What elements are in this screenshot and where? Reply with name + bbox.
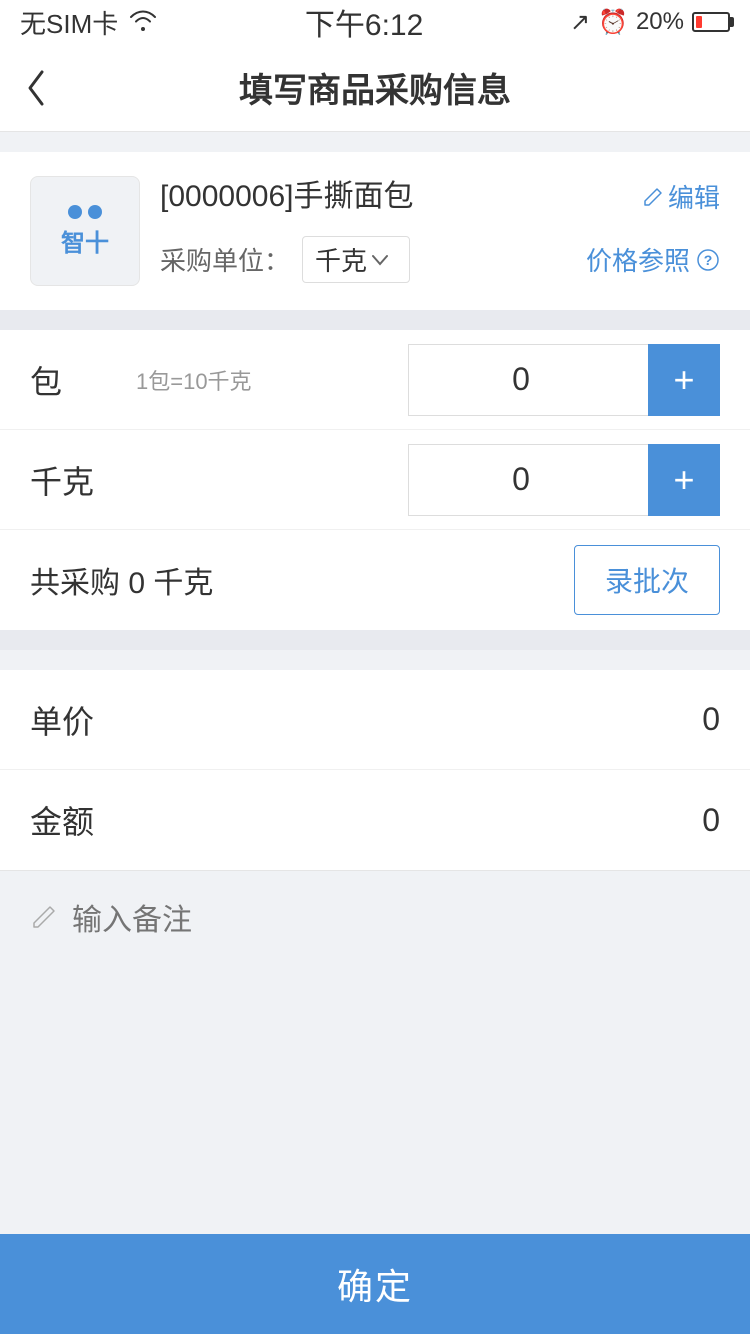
unit-price-label: 单价 <box>30 697 702 743</box>
status-left: 无SIM卡 <box>20 4 158 41</box>
logo-text: 智十 <box>61 223 109 258</box>
unit-select[interactable]: 千克 <box>302 236 410 283</box>
product-unit-row: 采购单位： 千克 价格参照 ? <box>160 236 720 283</box>
kg-plus-button[interactable]: + <box>648 444 720 516</box>
carrier-text: 无SIM卡 <box>20 4 118 41</box>
price-section: 单价 0 金额 0 <box>0 670 750 870</box>
battery-icon <box>692 12 730 32</box>
bag-label: 包 <box>30 357 130 403</box>
nav-bar: 填写商品采购信息 <box>0 44 750 132</box>
unit-price-value: 0 <box>702 701 720 738</box>
bottom-space <box>0 970 750 1270</box>
product-card: 智十 [0000006]手撕面包 编辑 采购单位： 千克 价格参照 <box>0 152 750 310</box>
kg-input[interactable] <box>408 444 648 516</box>
bag-plus-button[interactable]: + <box>648 344 720 416</box>
status-time: 下午6:12 <box>305 0 423 44</box>
remark-input[interactable] <box>72 904 720 938</box>
pencil-icon <box>30 903 58 938</box>
product-name: [0000006]手撕面包 <box>160 176 413 218</box>
remark-section <box>0 870 750 970</box>
product-image: 智十 <box>30 176 140 286</box>
price-ref-button[interactable]: 价格参照 ? <box>586 241 720 278</box>
edit-button[interactable]: 编辑 <box>642 178 720 215</box>
alarm-icon: ⏰ <box>598 8 628 37</box>
divider-1 <box>0 310 750 330</box>
summary-row: 共采购 0 千克 录批次 <box>0 530 750 630</box>
amount-value: 0 <box>702 802 720 839</box>
input-section: 包 1包=10千克 + 千克 + <box>0 330 750 530</box>
svg-text:?: ? <box>704 252 713 268</box>
owl-logo: 智十 <box>61 205 109 258</box>
bag-input-row: 包 1包=10千克 + <box>0 330 750 430</box>
confirm-button[interactable]: 确定 <box>0 1234 750 1334</box>
unit-label: 采购单位： <box>160 241 290 278</box>
location-icon: ↗ <box>570 8 590 37</box>
bag-input[interactable] <box>408 344 648 416</box>
unit-value: 千克 <box>315 241 367 278</box>
amount-row: 金额 0 <box>0 770 750 870</box>
kg-input-row: 千克 + <box>0 430 750 530</box>
summary-text: 共采购 0 千克 <box>30 558 574 602</box>
wifi-icon <box>128 7 158 38</box>
battery-percent: 20% <box>636 8 684 36</box>
bag-control: + <box>408 344 720 416</box>
kg-control: + <box>408 444 720 516</box>
back-button[interactable] <box>24 68 48 108</box>
product-info: [0000006]手撕面包 编辑 采购单位： 千克 价格参照 ? <box>160 176 720 283</box>
amount-label: 金额 <box>30 797 702 843</box>
unit-price-row: 单价 0 <box>0 670 750 770</box>
status-bar: 无SIM卡 下午6:12 ↗ ⏰ 20% <box>0 0 750 44</box>
page-title: 填写商品采购信息 <box>239 63 511 112</box>
bag-sublabel: 1包=10千克 <box>136 364 408 396</box>
kg-label: 千克 <box>30 457 130 503</box>
divider-2 <box>0 630 750 650</box>
status-right: ↗ ⏰ 20% <box>570 8 730 37</box>
record-batch-button[interactable]: 录批次 <box>574 545 720 615</box>
